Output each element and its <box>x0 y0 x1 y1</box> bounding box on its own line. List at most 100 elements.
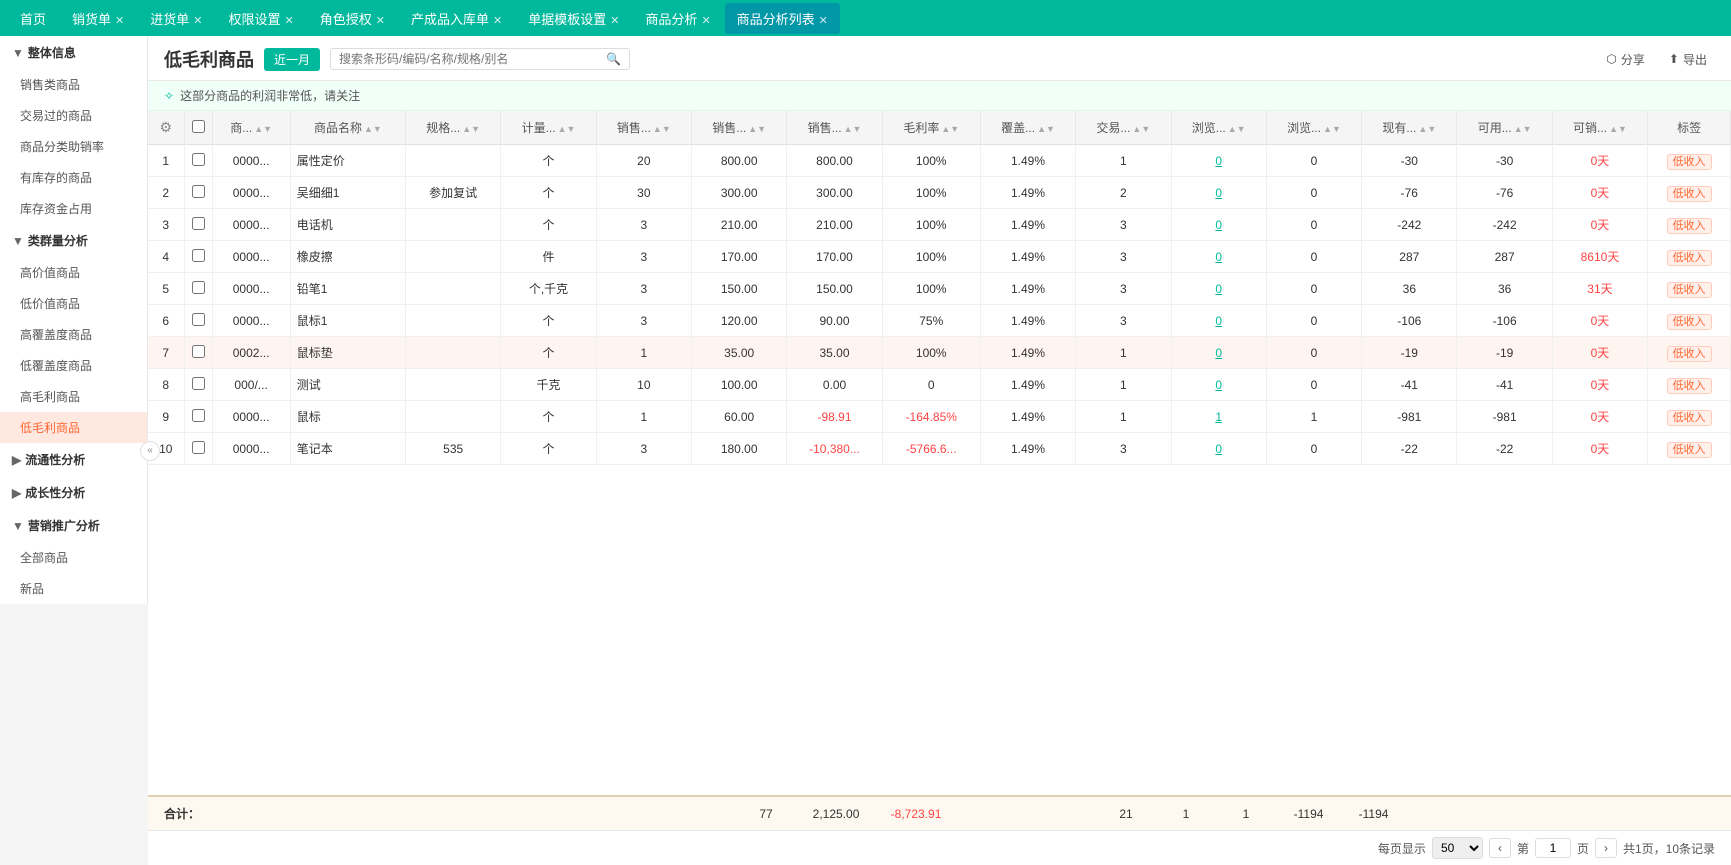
cell-view1[interactable]: 0 <box>1171 145 1266 177</box>
prev-page-button[interactable]: ‹ <box>1489 838 1511 858</box>
nav-permission-setting[interactable]: 权限设置✕ <box>216 3 305 34</box>
total-trade: 21 <box>1096 807 1156 821</box>
row-checkbox[interactable] <box>192 153 205 166</box>
nav-product-inbound-close[interactable]: ✕ <box>493 15 502 27</box>
next-page-button[interactable]: › <box>1595 838 1617 858</box>
sidebar-item-low-value[interactable]: 低价值商品 <box>0 288 147 319</box>
th-trade[interactable]: 交易...▲▼ <box>1076 111 1171 145</box>
cell-name[interactable]: 笔记本 <box>290 433 405 465</box>
cell-name[interactable]: 属性定价 <box>290 145 405 177</box>
nav-sales-order-close[interactable]: ✕ <box>115 15 124 27</box>
row-checkbox[interactable] <box>192 441 205 454</box>
row-checkbox[interactable] <box>192 249 205 262</box>
sidebar-item-traded-goods[interactable]: 交易过的商品 <box>0 100 147 131</box>
th-available[interactable]: 可用...▲▼ <box>1457 111 1552 145</box>
nav-role-auth[interactable]: 角色授权✕ <box>308 3 397 34</box>
th-sales-profit[interactable]: 销售...▲▼ <box>787 111 882 145</box>
row-checkbox[interactable] <box>192 313 205 326</box>
nav-purchase-order-close[interactable]: ✕ <box>193 15 202 27</box>
row-checkbox[interactable] <box>192 345 205 358</box>
sidebar-item-high-margin[interactable]: 高毛利商品 <box>0 381 147 412</box>
search-input[interactable] <box>339 52 602 66</box>
cell-name[interactable]: 测试 <box>290 369 405 401</box>
cell-name[interactable]: 鼠标垫 <box>290 337 405 369</box>
cell-view1[interactable]: 0 <box>1171 241 1266 273</box>
nav-product-analysis-list-close[interactable]: ✕ <box>819 15 828 27</box>
export-button[interactable]: ⬆ 导出 <box>1661 48 1715 71</box>
select-all-checkbox[interactable] <box>192 120 205 133</box>
sidebar-item-category-rate[interactable]: 商品分类助销率 <box>0 131 147 162</box>
th-sales-qty[interactable]: 销售...▲▼ <box>596 111 691 145</box>
settings-icon[interactable]: ⚙ <box>159 119 172 135</box>
nav-home[interactable]: 首页 <box>8 3 58 34</box>
sidebar-group-overall[interactable]: ▼ 整体信息 <box>0 36 147 69</box>
th-code[interactable]: 商...▲▼ <box>212 111 290 145</box>
cell-view1[interactable]: 0 <box>1171 209 1266 241</box>
row-checkbox[interactable] <box>192 185 205 198</box>
cell-name[interactable]: 鼠标 <box>290 401 405 433</box>
sidebar-item-high-coverage[interactable]: 高覆盖度商品 <box>0 319 147 350</box>
tag-badge: 低收入 <box>1667 250 1712 266</box>
cell-name[interactable]: 吴细细1 <box>290 177 405 209</box>
th-unit[interactable]: 计量...▲▼ <box>501 111 596 145</box>
page-size-select[interactable]: 50 10 20 100 <box>1432 837 1483 859</box>
nav-permission-close[interactable]: ✕ <box>285 15 294 27</box>
th-settings[interactable]: ⚙ <box>148 111 184 145</box>
cell-view1[interactable]: 0 <box>1171 273 1266 305</box>
nav-product-analysis-list[interactable]: 商品分析列表✕ <box>725 3 840 34</box>
nav-product-analysis[interactable]: 商品分析✕ <box>633 3 722 34</box>
sidebar-item-stock-fund[interactable]: 库存资金占用 <box>0 193 147 224</box>
cell-view1[interactable]: 1 <box>1171 401 1266 433</box>
sidebar-group-cluster[interactable]: ▼ 类群量分析 <box>0 224 147 257</box>
page-number-input[interactable] <box>1535 838 1571 858</box>
th-gross-rate[interactable]: 毛利率▲▼ <box>882 111 980 145</box>
nav-sales-order[interactable]: 销货单✕ <box>60 3 136 34</box>
share-button[interactable]: ⬡ 分享 <box>1598 48 1653 71</box>
cell-view1[interactable]: 0 <box>1171 305 1266 337</box>
cell-name[interactable]: 电话机 <box>290 209 405 241</box>
cell-view1[interactable]: 0 <box>1171 433 1266 465</box>
cell-view1[interactable]: 0 <box>1171 337 1266 369</box>
nav-template-setting[interactable]: 单据模板设置✕ <box>516 3 631 34</box>
sidebar-group-marketing[interactable]: ▼ 营销推广分析 <box>0 509 147 542</box>
nav-product-inbound[interactable]: 产成品入库单✕ <box>399 3 514 34</box>
th-view1[interactable]: 浏览...▲▼ <box>1171 111 1266 145</box>
row-checkbox[interactable] <box>192 409 205 422</box>
th-sales-price[interactable]: 销售...▲▼ <box>692 111 787 145</box>
nav-product-analysis-close[interactable]: ✕ <box>701 15 710 27</box>
cell-sales-profit: 300.00 <box>787 177 882 209</box>
cell-name[interactable]: 橡皮擦 <box>290 241 405 273</box>
th-view2[interactable]: 浏览...▲▼ <box>1266 111 1361 145</box>
nav-template-close[interactable]: ✕ <box>610 15 619 27</box>
sidebar-item-new-goods[interactable]: 新品 <box>0 573 147 604</box>
th-coverage[interactable]: 覆盖...▲▼ <box>980 111 1075 145</box>
sidebar-group-growth[interactable]: ▶ 成长性分析 <box>0 476 147 509</box>
row-checkbox[interactable] <box>192 377 205 390</box>
sort-icon-3: ▲▼ <box>462 124 480 134</box>
sidebar-collapse-button[interactable]: « <box>140 441 160 461</box>
sidebar-item-in-stock[interactable]: 有库存的商品 <box>0 162 147 193</box>
row-checkbox[interactable] <box>192 217 205 230</box>
table-header-row: ⚙ 商...▲▼ 商品名称▲▼ 规格...▲▼ 计量...▲▼ 销售...▲▼ … <box>148 111 1731 145</box>
cell-sales-qty: 3 <box>596 433 691 465</box>
cell-name[interactable]: 铅笔1 <box>290 273 405 305</box>
sidebar-item-sales-goods[interactable]: 销售类商品 <box>0 69 147 100</box>
sidebar-item-all-goods[interactable]: 全部商品 <box>0 542 147 573</box>
cell-view2: 0 <box>1266 177 1361 209</box>
sidebar-group-circulation[interactable]: ▶ 流通性分析 <box>0 443 147 476</box>
nav-purchase-order[interactable]: 进货单✕ <box>138 3 214 34</box>
sidebar-item-low-coverage[interactable]: 低覆盖度商品 <box>0 350 147 381</box>
sidebar-item-high-value[interactable]: 高价值商品 <box>0 257 147 288</box>
cell-name[interactable]: 鼠标1 <box>290 305 405 337</box>
row-checkbox[interactable] <box>192 281 205 294</box>
sidebar-item-low-margin[interactable]: 低毛利商品 <box>0 412 147 443</box>
nav-role-auth-close[interactable]: ✕ <box>376 15 385 27</box>
th-spec[interactable]: 规格...▲▼ <box>406 111 501 145</box>
cell-view1[interactable]: 0 <box>1171 177 1266 209</box>
sort-icon-15: ▲▼ <box>1609 124 1627 134</box>
cell-view1[interactable]: 0 <box>1171 369 1266 401</box>
period-button[interactable]: 近一月 <box>264 48 320 71</box>
th-name[interactable]: 商品名称▲▼ <box>290 111 405 145</box>
th-current[interactable]: 现有...▲▼ <box>1362 111 1457 145</box>
th-saleable[interactable]: 可销...▲▼ <box>1552 111 1647 145</box>
